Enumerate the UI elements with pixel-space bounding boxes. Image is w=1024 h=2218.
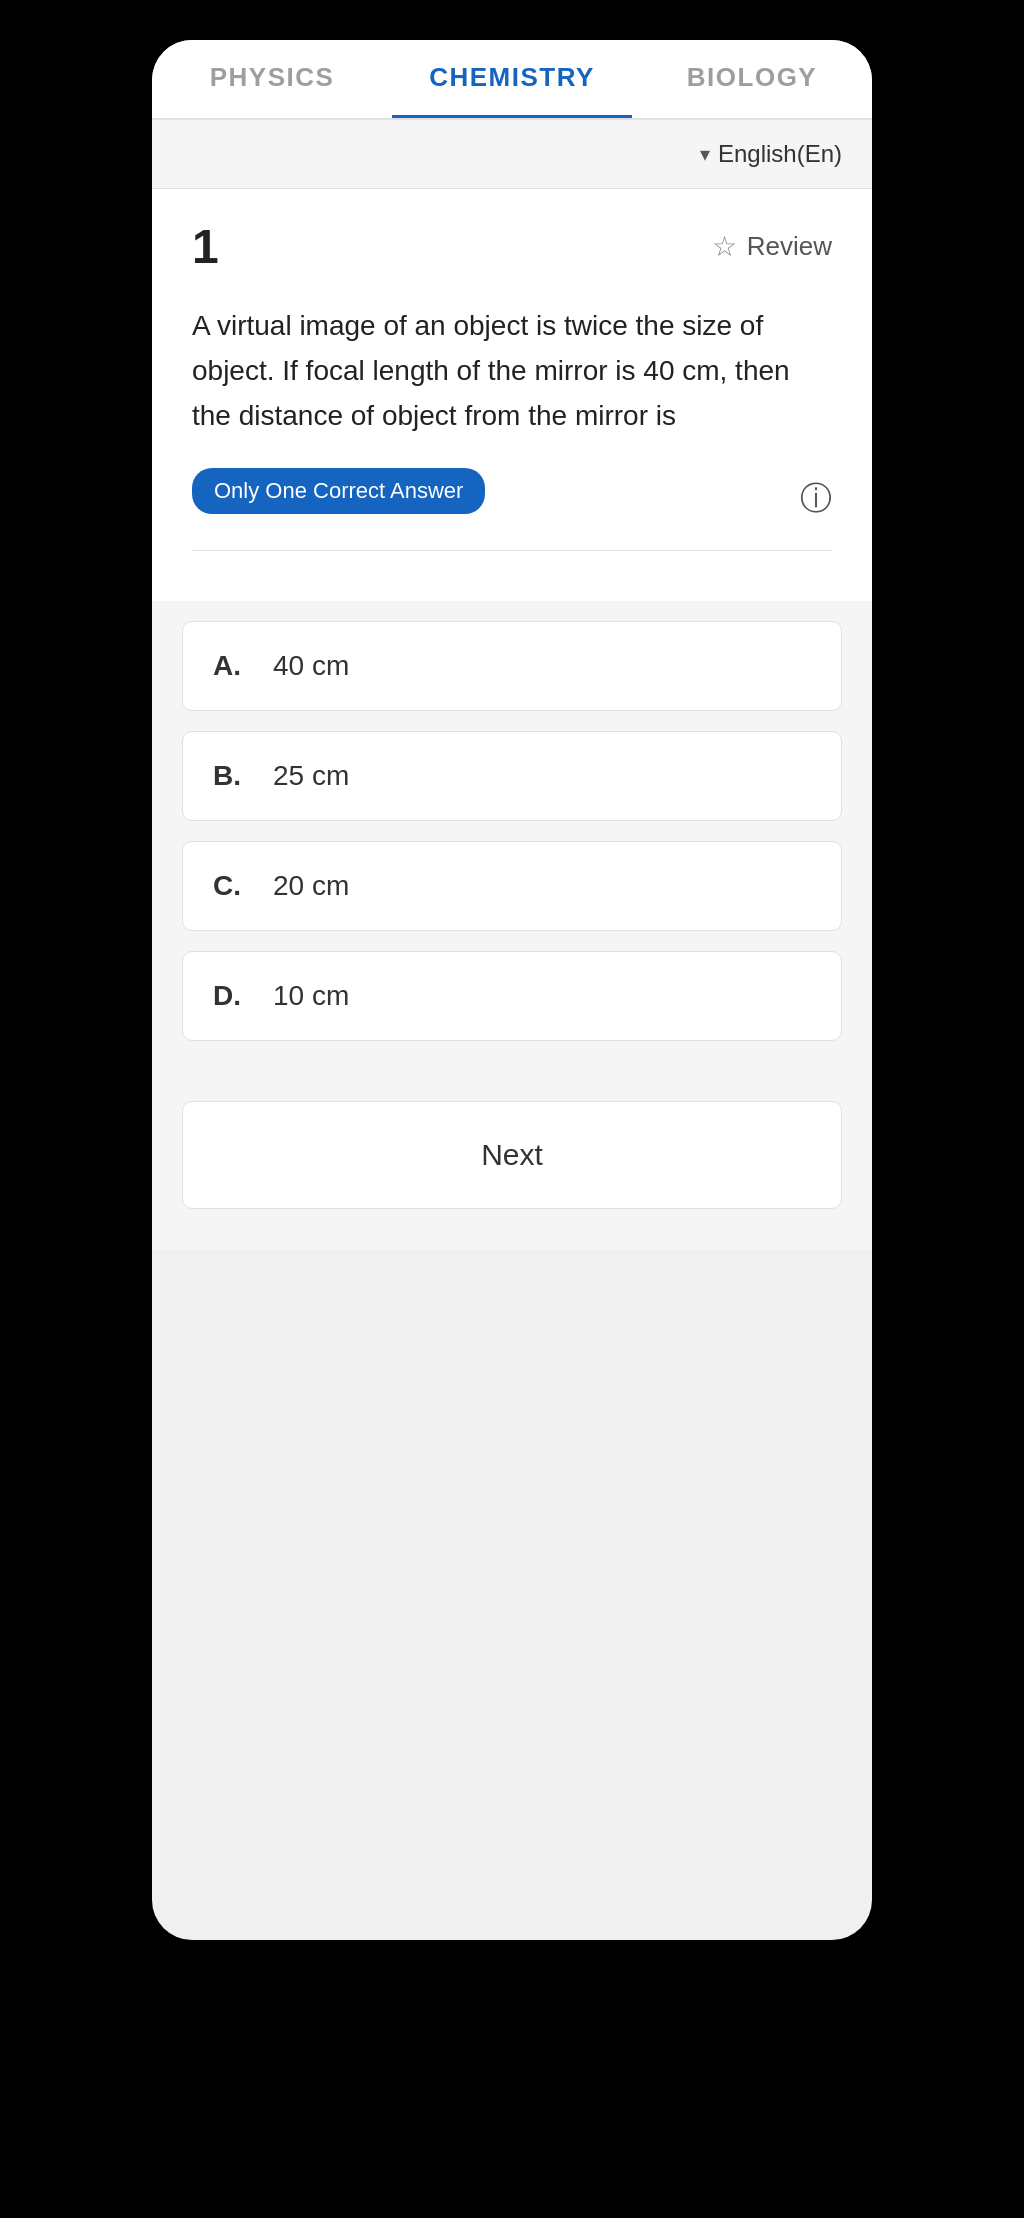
tab-biology[interactable]: BIOLOGY (632, 40, 872, 118)
option-a-label: A. (213, 650, 253, 682)
divider (192, 550, 832, 551)
question-container: 1 ☆ Review A virtual image of an object … (152, 189, 872, 601)
tab-bar: PHYSICS CHEMISTRY BIOLOGY (152, 40, 872, 120)
language-bar: ▾ English(En) (152, 120, 872, 189)
chevron-down-icon: ▾ (700, 142, 710, 166)
option-c[interactable]: C. 20 cm (182, 841, 842, 931)
info-icon[interactable]: ⓘ (800, 477, 832, 521)
option-d-label: D. (213, 980, 253, 1012)
badge-row: Only One Correct Answer ⓘ (192, 468, 832, 530)
star-icon: ☆ (712, 230, 737, 263)
language-label: English(En) (718, 140, 842, 168)
language-selector[interactable]: ▾ English(En) (700, 140, 842, 168)
option-b[interactable]: B. 25 cm (182, 731, 842, 821)
question-number: 1 (192, 219, 219, 274)
option-a[interactable]: A. 40 cm (182, 621, 842, 711)
question-header: 1 ☆ Review (192, 219, 832, 274)
next-button[interactable]: Next (182, 1101, 842, 1209)
tab-chemistry[interactable]: CHEMISTRY (392, 40, 632, 118)
option-b-label: B. (213, 760, 253, 792)
option-d-text: 10 cm (273, 980, 349, 1012)
options-container: A. 40 cm B. 25 cm C. 20 cm D. 10 cm (152, 601, 872, 1081)
next-button-container: Next (152, 1081, 872, 1249)
question-text: A virtual image of an object is twice th… (192, 304, 832, 438)
option-c-label: C. (213, 870, 253, 902)
review-button[interactable]: ☆ Review (712, 230, 832, 263)
answer-type-badge: Only One Correct Answer (192, 468, 485, 514)
tab-physics[interactable]: PHYSICS (152, 40, 392, 118)
review-label: Review (747, 231, 832, 262)
phone-container: PHYSICS CHEMISTRY BIOLOGY ▾ English(En) … (152, 40, 872, 1940)
option-a-text: 40 cm (273, 650, 349, 682)
option-b-text: 25 cm (273, 760, 349, 792)
option-d[interactable]: D. 10 cm (182, 951, 842, 1041)
option-c-text: 20 cm (273, 870, 349, 902)
